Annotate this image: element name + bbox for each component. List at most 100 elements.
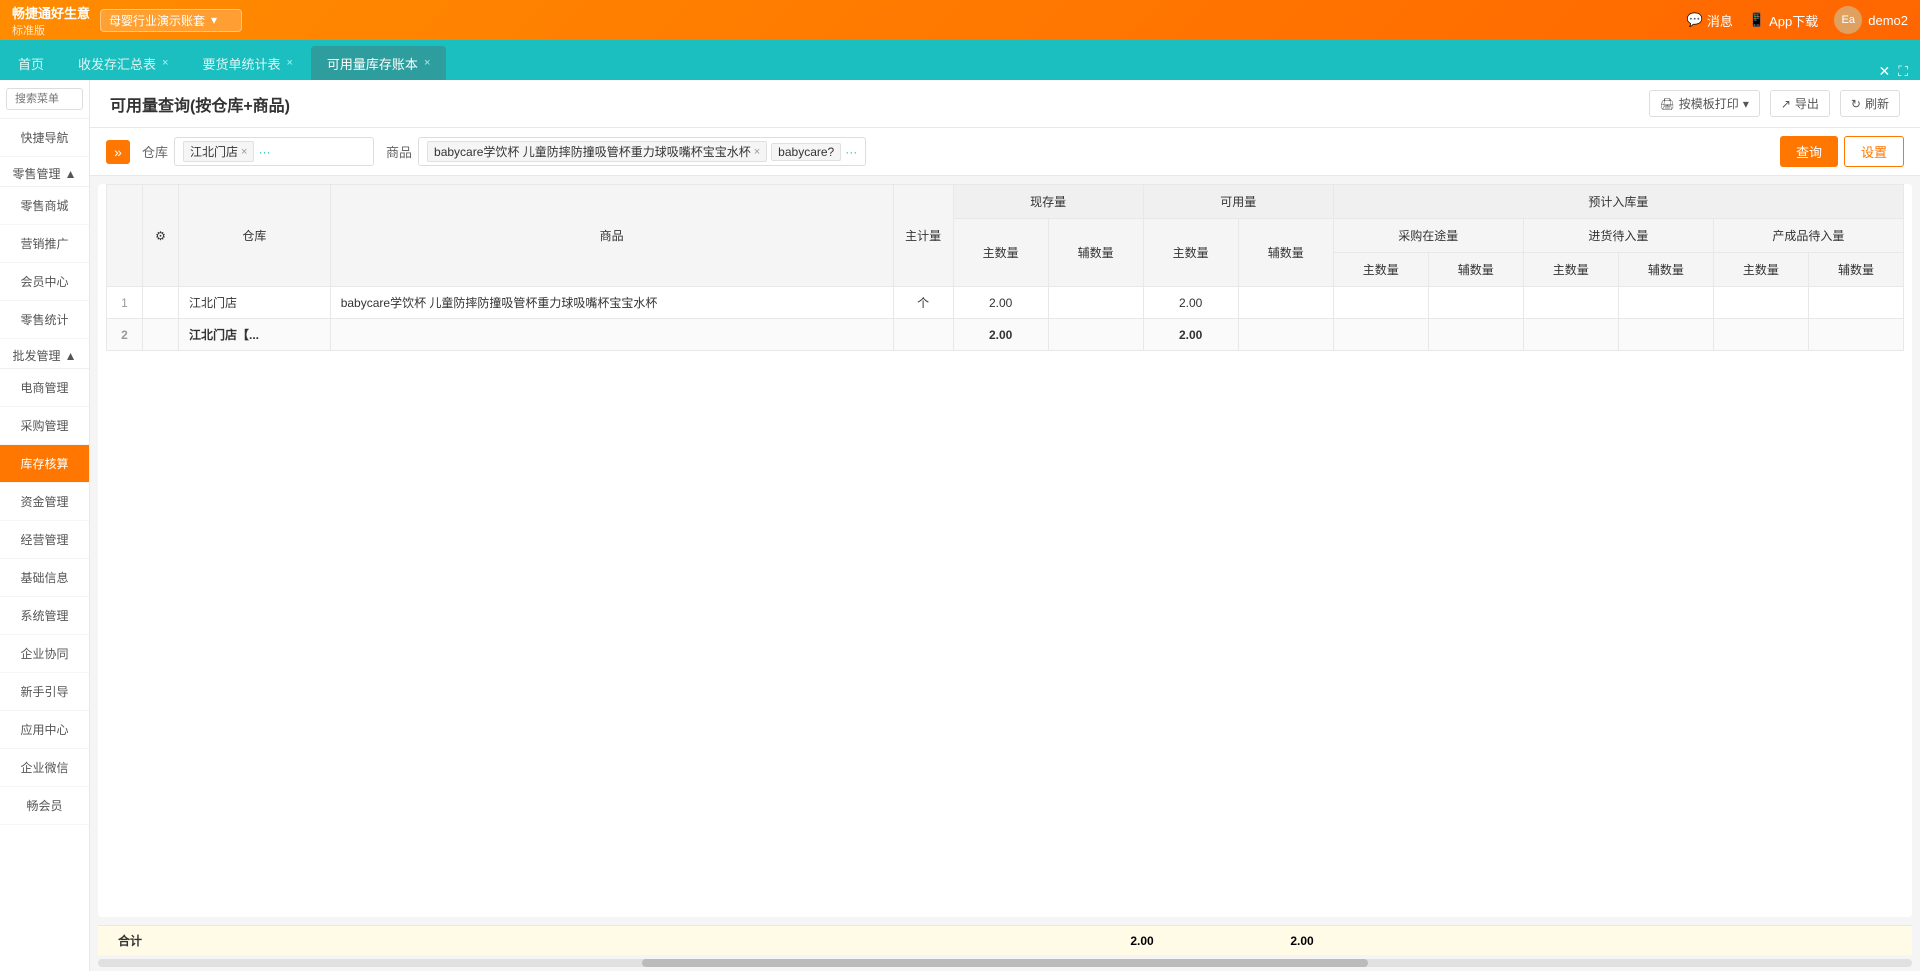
close-tab-order-stats[interactable]: × [286,57,292,69]
cell-prod-aux-0 [1808,287,1903,319]
close-tab-available-stock[interactable]: × [424,57,430,69]
query-btn[interactable]: 查询 [1780,136,1838,167]
refresh-btn[interactable]: ↻ 刷新 [1840,90,1900,117]
remove-product-tag-0[interactable]: × [754,146,760,158]
export-btn[interactable]: ↗ 导出 [1770,90,1830,117]
cell-stock-main-0: 2.00 [953,287,1048,319]
sidebar-item-operation[interactable]: 经营管理 [0,521,89,559]
sidebar-item-enterprise-coop[interactable]: 企业协同 [0,635,89,673]
remove-warehouse-tag-0[interactable]: × [241,146,247,158]
warehouse-more[interactable]: ··· [258,145,270,159]
content-area: 可用量查询(按仓库+商品) 🖨 按模板打印 ▾ ↗ 导出 ↻ 刷新 » [90,80,1920,971]
sidebar-item-new-guide[interactable]: 新手引导 [0,673,89,711]
cell-stock-aux-0 [1048,287,1143,319]
warehouse-label: 仓库 [142,142,168,161]
search-input[interactable] [6,88,83,110]
industry-selector[interactable]: 母婴行业演示账套 ▾ [100,9,242,32]
cell-pur-aux-1 [1428,319,1523,351]
chevron-icon-2: ▲ [65,349,77,363]
th-available-qty: 可用量 [1143,185,1333,219]
th-purchase-aux: 辅数量 [1428,253,1523,287]
cell-avail-aux-1 [1238,319,1333,351]
user-avatar[interactable]: Ea demo2 [1834,6,1908,34]
cell-pur-aux-0 [1428,287,1523,319]
product-label: 商品 [386,142,412,161]
th-settings[interactable]: ⚙ [143,185,179,287]
footer-avail-main: 2.00 [1262,934,1342,948]
sidebar-search-container [0,80,89,119]
close-tab-income-expense[interactable]: × [162,57,168,69]
th-current-stock: 现存量 [953,185,1143,219]
cell-pur-main-1 [1333,319,1428,351]
app-download-btn[interactable]: 📱 App下载 [1749,11,1818,30]
top-bar-right: 💬 消息 📱 App下载 Ea demo2 [1687,6,1908,34]
cell-prod-aux-1 [1808,319,1903,351]
sidebar-item-ecommerce[interactable]: 电商管理 [0,369,89,407]
sidebar-item-marketing[interactable]: 营销推广 [0,225,89,263]
th-purchase-main: 主数量 [1333,253,1428,287]
warehouse-tag-0: 江北门店 × [183,141,254,162]
cell-inb-aux-1 [1618,319,1713,351]
page-header: 可用量查询(按仓库+商品) 🖨 按模板打印 ▾ ↗ 导出 ↻ 刷新 [90,80,1920,128]
product-input-area[interactable]: babycare学饮杯 儿童防摔防撞吸管杯重力球吸嘴杯宝宝水杯 × babyca… [418,137,866,166]
sidebar-item-member-center[interactable]: 会员中心 [0,263,89,301]
sidebar-item-basic-info[interactable]: 基础信息 [0,559,89,597]
cell-stock-aux-1 [1048,319,1143,351]
cell-settings-1 [143,319,179,351]
th-inbound-pending: 进货待入量 [1523,219,1713,253]
sidebar-item-retail-stats[interactable]: 零售统计 [0,301,89,339]
sidebar: 快捷导航 零售管理 ▲ 零售商城 营销推广 会员中心 零售统计 批发管理 ▲ 电… [0,80,90,971]
cell-warehouse-1: 江北门店【... [179,319,331,351]
print-btn[interactable]: 🖨 按模板打印 ▾ [1649,90,1760,117]
th-stock-main-qty: 主数量 [953,219,1048,287]
close-all-tabs-icon[interactable]: ✕ [1878,63,1890,80]
tab-order-stats[interactable]: 要货单统计表 × [186,46,308,80]
avatar: Ea [1834,6,1862,34]
th-stock-aux-qty: 辅数量 [1048,219,1143,287]
cell-product-0: babycare学饮杯 儿童防摔防撞吸管杯重力球吸嘴杯宝宝水杯 [330,287,893,319]
th-rownum [107,185,143,287]
table-area: ⚙ 仓库 商品 主计量 现存量 可用量 预计入库量 主数量 辅数量 主数量 辅数… [98,184,1912,917]
tab-income-expense[interactable]: 收发存汇总表 × [62,46,184,80]
cell-prod-main-1 [1713,319,1808,351]
fullscreen-icon[interactable]: ⛶ [1898,63,1908,80]
product-more[interactable]: ··· [845,145,857,159]
cell-avail-main-1: 2.00 [1143,319,1238,351]
th-purchase-transit: 采购在途量 [1333,219,1523,253]
sidebar-item-purchase[interactable]: 采购管理 [0,407,89,445]
cell-unit-0: 个 [893,287,953,319]
footer-label: 合计 [108,932,152,949]
tab-available-stock[interactable]: 可用量库存账本 × [311,46,446,80]
sidebar-item-enterprise-wechat[interactable]: 企业微信 [0,749,89,787]
message-icon: 💬 [1687,12,1703,28]
settings-btn[interactable]: 设置 [1844,136,1904,167]
sidebar-item-inventory[interactable]: 库存核算 [0,445,89,483]
sidebar-item-quick-nav[interactable]: 快捷导航 [0,119,89,157]
cell-pur-main-0 [1333,287,1428,319]
cell-rownum-0: 1 [107,287,143,319]
th-warehouse: 仓库 [179,185,331,287]
cell-stock-main-1: 2.00 [953,319,1048,351]
sidebar-item-finance[interactable]: 资金管理 [0,483,89,521]
footer-stock-main: 2.00 [1102,934,1182,948]
sidebar-item-vip-member[interactable]: 畅会员 [0,787,89,825]
th-production-aux: 辅数量 [1808,253,1903,287]
th-main-unit: 主计量 [893,185,953,287]
th-inbound-aux: 辅数量 [1618,253,1713,287]
sidebar-item-app-center[interactable]: 应用中心 [0,711,89,749]
sidebar-item-retail-mall[interactable]: 零售商城 [0,187,89,225]
sidebar-item-system[interactable]: 系统管理 [0,597,89,635]
filter-expand-btn[interactable]: » [106,140,130,164]
sidebar-section-retail[interactable]: 零售管理 ▲ [0,157,89,187]
sidebar-section-wholesale[interactable]: 批发管理 ▲ [0,339,89,369]
tab-home[interactable]: 首页 [2,46,60,80]
logo-text: 畅捷通好生意 [12,3,90,22]
warehouse-input-area[interactable]: 江北门店 × ··· [174,137,374,166]
horizontal-scrollbar[interactable] [90,955,1920,971]
message-btn[interactable]: 💬 消息 [1687,11,1733,30]
tab-actions: ✕ ⛶ [1866,63,1920,80]
scrollbar-thumb[interactable] [642,959,1368,967]
cell-warehouse-0: 江北门店 [179,287,331,319]
app-icon: 📱 [1749,12,1765,28]
cell-avail-main-0: 2.00 [1143,287,1238,319]
